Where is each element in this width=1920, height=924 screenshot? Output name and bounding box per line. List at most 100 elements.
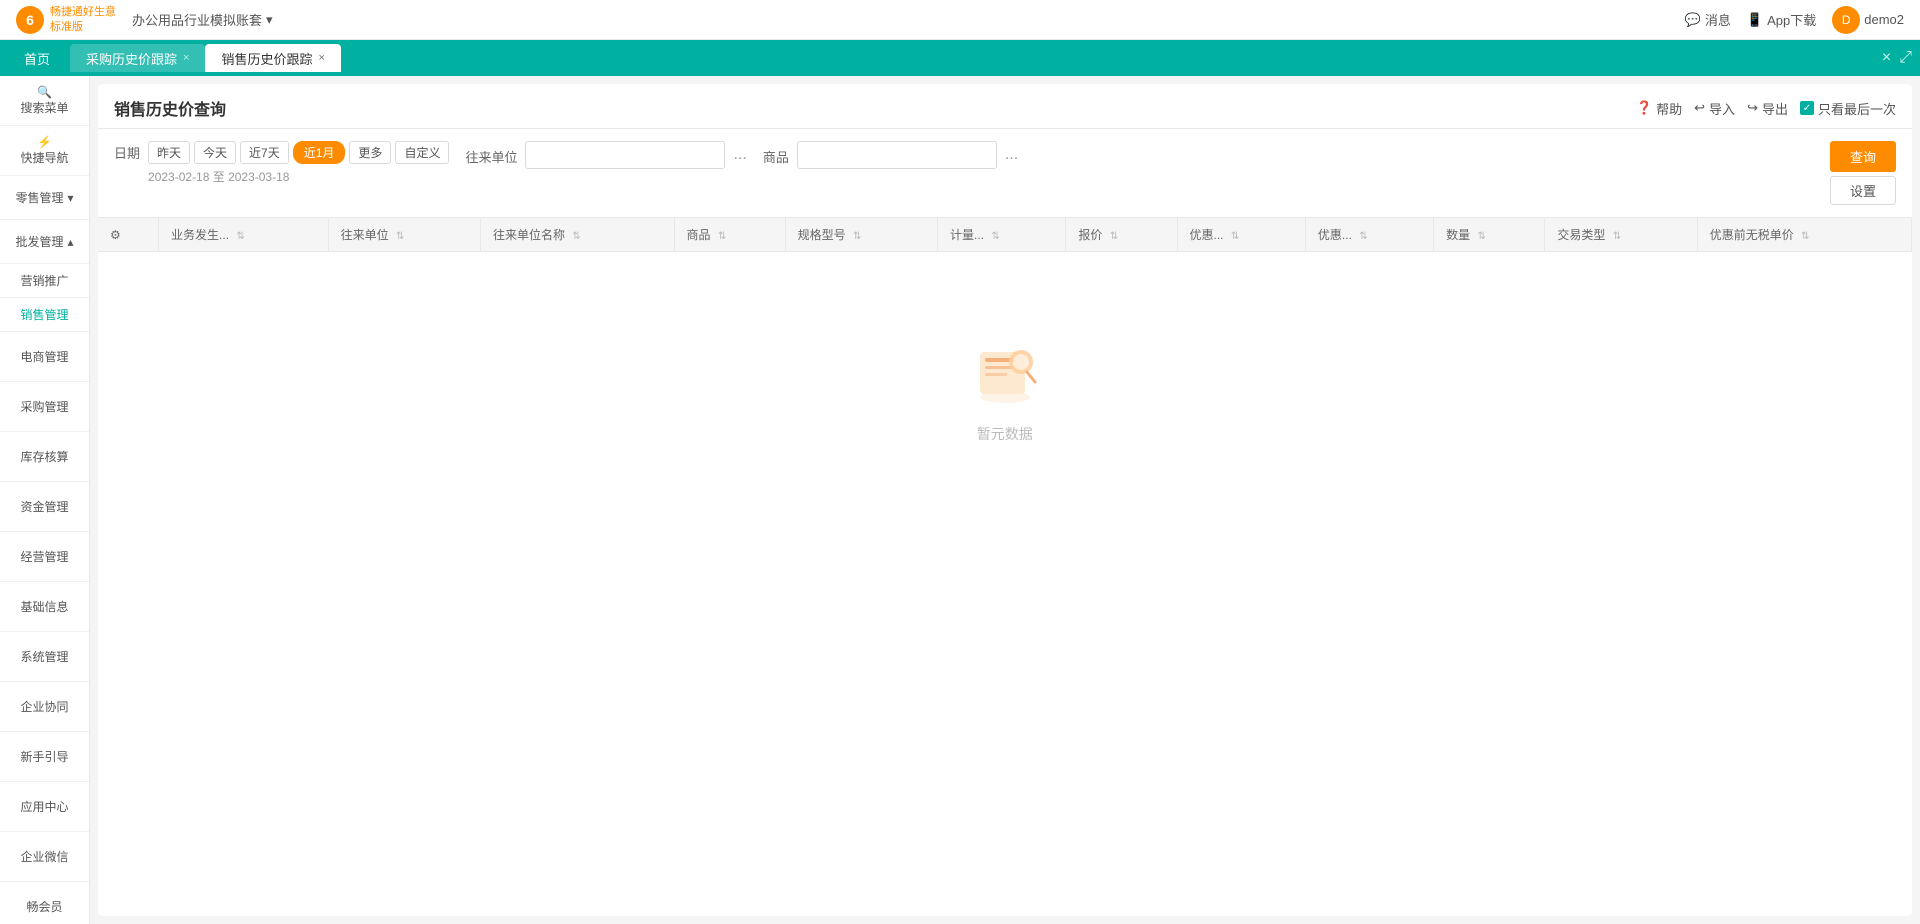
sort-icon: ⇅ xyxy=(1110,231,1118,242)
sidebar-item-shortcut[interactable]: ⚡ 快捷导航 xyxy=(0,126,89,176)
date-label: 日期 xyxy=(114,141,140,162)
import-button[interactable]: ↩ 导入 xyxy=(1694,99,1735,118)
sidebar-item-retail[interactable]: 零售管理 ▾ xyxy=(0,176,89,220)
sort-icon: ⇅ xyxy=(1231,231,1239,242)
col-quantity[interactable]: 数量 ⇅ xyxy=(1434,218,1545,252)
col-unit-code[interactable]: 往来单位 ⇅ xyxy=(328,218,480,252)
export-button[interactable]: ↪ 导出 xyxy=(1747,99,1788,118)
from-unit-label: 往来单位 xyxy=(465,145,517,166)
col-unit[interactable]: 计量... ⇅ xyxy=(938,218,1066,252)
app-selector[interactable]: 办公用品行业模拟账套 ▾ xyxy=(124,6,281,33)
sidebar-item-finance[interactable]: 资金管理 xyxy=(0,482,89,532)
shortcut-icon: ⚡ xyxy=(37,135,52,149)
col-discount2[interactable]: 优惠... ⇅ xyxy=(1305,218,1433,252)
page-header-actions: ❓ 帮助 ↩ 导入 ↪ 导出 ✓ 只看最后一次 xyxy=(1636,99,1896,118)
date-btn-7days[interactable]: 近7天 xyxy=(240,141,289,164)
col-spec[interactable]: 规格型号 ⇅ xyxy=(785,218,937,252)
sidebar-item-sales[interactable]: 销售管理 xyxy=(0,298,89,332)
goods-filter: 商品 ... xyxy=(763,141,1018,169)
sort-icon: ⇅ xyxy=(396,231,404,242)
maximize-icon[interactable]: ⤢ xyxy=(1899,49,1912,67)
sidebar-item-member[interactable]: 畅会员 xyxy=(0,882,89,924)
goods-label: 商品 xyxy=(763,145,789,166)
avatar: D xyxy=(1832,6,1860,34)
page-content: 销售历史价查询 ❓ 帮助 ↩ 导入 ↪ 导出 ✓ xyxy=(98,84,1912,916)
sidebar-item-purchase[interactable]: 采购管理 xyxy=(0,382,89,432)
date-options: 昨天 今天 近7天 近1月 更多 自定义 2023-02-18 至 2023-0… xyxy=(148,141,449,185)
query-button[interactable]: 查询 xyxy=(1830,141,1896,172)
goods-dots-btn[interactable]: ... xyxy=(1005,146,1018,164)
sort-icon: ⇅ xyxy=(1801,231,1809,242)
help-icon: ❓ xyxy=(1636,100,1652,116)
data-table: ⚙ 业务发生... ⇅ 往来单位 ⇅ 往来单位名称 xyxy=(98,218,1912,524)
from-unit-input[interactable] xyxy=(525,141,725,169)
message-action[interactable]: 💬 消息 xyxy=(1685,10,1731,29)
chevron-up-icon: ▴ xyxy=(67,235,73,249)
gear-icon: ⚙ xyxy=(110,228,121,242)
help-button[interactable]: ❓ 帮助 xyxy=(1636,99,1682,118)
sidebar-item-marketing[interactable]: 营销推广 xyxy=(0,264,89,298)
close-tab2-icon[interactable]: × xyxy=(318,53,324,64)
date-btn-1month[interactable]: 近1月 xyxy=(293,141,346,164)
goods-input[interactable] xyxy=(797,141,997,169)
sort-icon: ⇅ xyxy=(853,231,861,242)
settings-button[interactable]: 设置 xyxy=(1830,176,1896,205)
date-btns: 昨天 今天 近7天 近1月 更多 自定义 xyxy=(148,141,449,164)
sidebar-item-ecommerce[interactable]: 电商管理 xyxy=(0,332,89,382)
col-trade-type[interactable]: 交易类型 ⇅ xyxy=(1545,218,1697,252)
sidebar-item-search[interactable]: 🔍 搜索菜单 xyxy=(0,76,89,126)
app-download-action[interactable]: 📱 App下载 xyxy=(1747,10,1816,29)
main-layout: 🔍 搜索菜单 ⚡ 快捷导航 零售管理 ▾ 批发管理 ▴ 营销推广 销售管理 电商… xyxy=(0,76,1920,924)
sidebar-item-wechat[interactable]: 企业微信 xyxy=(0,832,89,882)
sort-icon: ⇅ xyxy=(1613,231,1621,242)
col-goods[interactable]: 商品 ⇅ xyxy=(674,218,785,252)
tab-bar-actions: × ⤢ xyxy=(1882,49,1912,67)
sidebar-item-operations[interactable]: 经营管理 xyxy=(0,532,89,582)
filter-actions: 查询 设置 xyxy=(1830,141,1896,205)
empty-state: 暂元数据 xyxy=(98,252,1912,524)
chevron-down-icon: ▾ xyxy=(67,191,73,205)
table-header-row: ⚙ 业务发生... ⇅ 往来单位 ⇅ 往来单位名称 xyxy=(98,218,1912,252)
top-header: 6 畅捷通好生意 标准版 办公用品行业模拟账套 ▾ 💬 消息 📱 App下载 D… xyxy=(0,0,1920,40)
sidebar-item-basic[interactable]: 基础信息 xyxy=(0,582,89,632)
date-btn-custom[interactable]: 自定义 xyxy=(395,141,449,164)
col-discount1[interactable]: 优惠... ⇅ xyxy=(1177,218,1305,252)
from-unit-dots-btn[interactable]: ... xyxy=(733,146,746,164)
header-right: 💬 消息 📱 App下载 D demo2 xyxy=(1685,6,1904,34)
date-btn-today[interactable]: 今天 xyxy=(194,141,236,164)
sort-icon: ⇅ xyxy=(991,231,999,242)
tab-home[interactable]: 首页 xyxy=(8,44,66,72)
only-latest-checkbox[interactable]: ✓ 只看最后一次 xyxy=(1800,99,1896,118)
empty-text: 暂元数据 xyxy=(977,424,1033,444)
sidebar-item-inventory[interactable]: 库存核算 xyxy=(0,432,89,482)
sort-icon: ⇅ xyxy=(572,231,580,242)
logo-text: 畅捷通好生意 标准版 xyxy=(50,5,116,34)
tab-sales-history[interactable]: 销售历史价跟踪 × xyxy=(205,44,340,72)
col-biz-date[interactable]: 业务发生... ⇅ xyxy=(159,218,329,252)
col-pretax-price[interactable]: 优惠前无税单价 ⇅ xyxy=(1697,218,1911,252)
table-container: ⚙ 业务发生... ⇅ 往来单位 ⇅ 往来单位名称 xyxy=(98,218,1912,916)
user-action[interactable]: D demo2 xyxy=(1832,6,1904,34)
col-gear[interactable]: ⚙ xyxy=(98,218,159,252)
checkbox-icon: ✓ xyxy=(1800,101,1814,115)
sidebar-item-wholesale[interactable]: 批发管理 ▴ xyxy=(0,220,89,264)
sidebar-item-system[interactable]: 系统管理 xyxy=(0,632,89,682)
close-tab1-icon[interactable]: × xyxy=(183,53,189,64)
date-btn-more[interactable]: 更多 xyxy=(349,141,391,164)
col-unit-name[interactable]: 往来单位名称 ⇅ xyxy=(480,218,674,252)
date-btn-yesterday[interactable]: 昨天 xyxy=(148,141,190,164)
search-icon: 🔍 xyxy=(37,85,52,99)
page-title: 销售历史价查询 xyxy=(114,96,226,120)
empty-illustration xyxy=(965,332,1045,412)
col-quote[interactable]: 报价 ⇅ xyxy=(1066,218,1177,252)
sidebar-item-enterprise[interactable]: 企业协同 xyxy=(0,682,89,732)
tab-purchase-history[interactable]: 采购历史价跟踪 × xyxy=(70,44,205,72)
sidebar-item-retail-label: 零售管理 xyxy=(15,189,63,206)
from-unit-filter: 往来单位 ... xyxy=(465,141,746,169)
sort-icon: ⇅ xyxy=(718,231,726,242)
close-window-icon[interactable]: × xyxy=(1882,49,1891,67)
sidebar-item-appstore[interactable]: 应用中心 xyxy=(0,782,89,832)
download-icon: 📱 xyxy=(1747,12,1763,28)
export-icon: ↪ xyxy=(1747,100,1758,116)
sidebar-item-guide[interactable]: 新手引导 xyxy=(0,732,89,782)
